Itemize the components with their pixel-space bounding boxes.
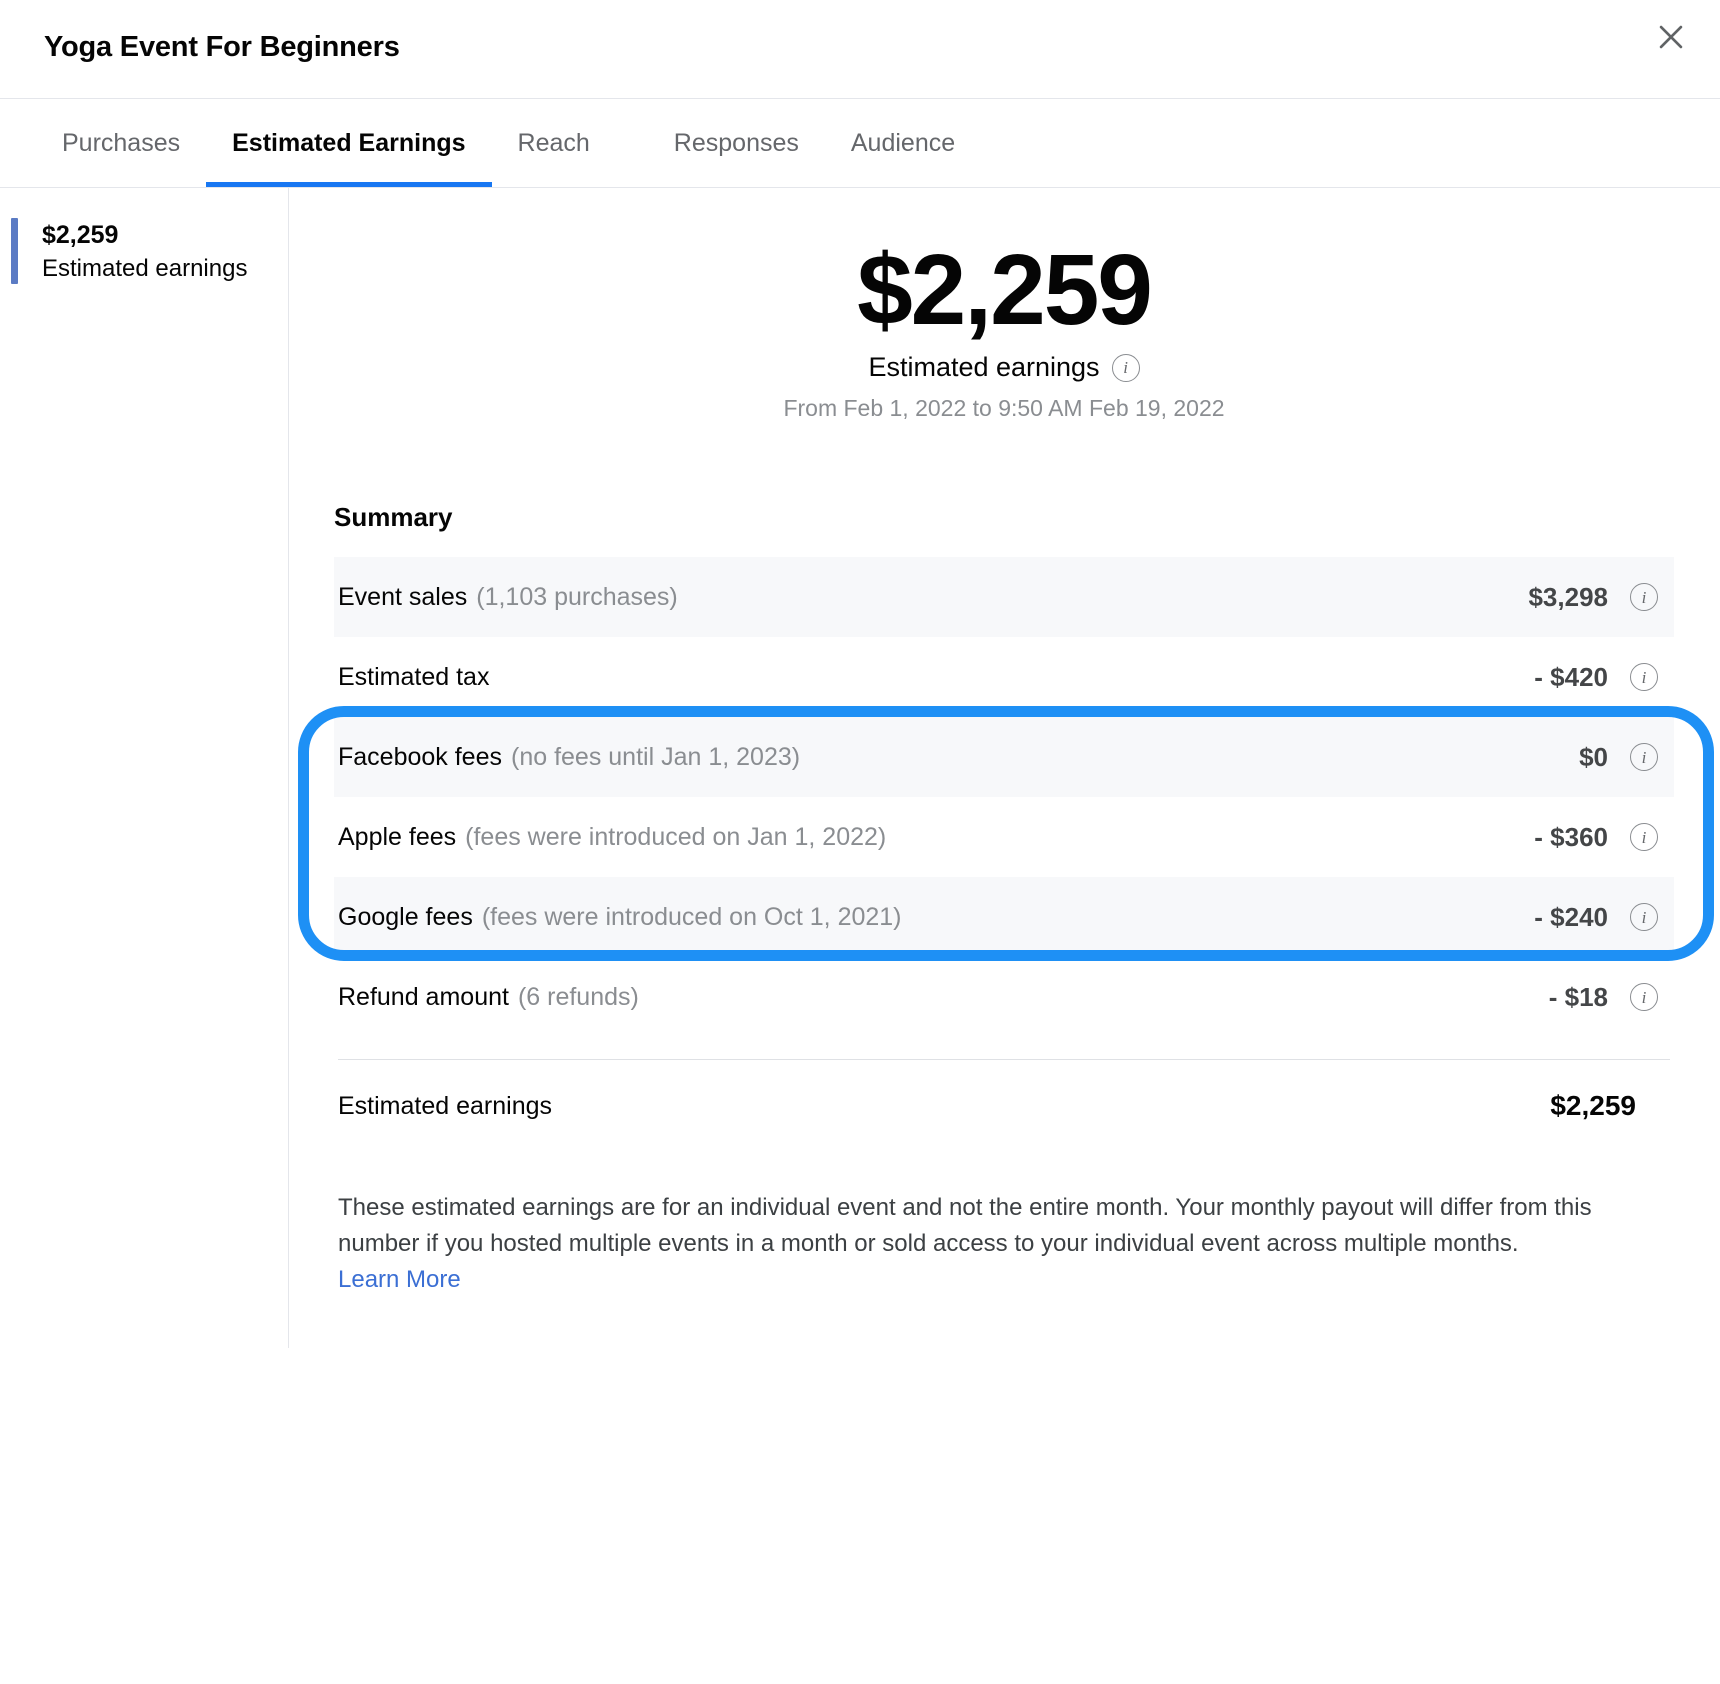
row-note: (6 refunds): [518, 983, 639, 1012]
row-value: $3,298: [1528, 582, 1608, 613]
earnings-panel: $2,259 Estimated earnings i From Feb 1, …: [288, 188, 1720, 1298]
close-icon: [1654, 20, 1688, 54]
row-value: $0: [1579, 742, 1608, 773]
tab-purchases[interactable]: Purchases: [36, 99, 206, 187]
row-value: - $360: [1534, 822, 1608, 853]
summary-section: Summary Event sales (1,103 purchases) $3…: [288, 502, 1720, 1298]
table-row[interactable]: Event sales (1,103 purchases) $3,298 i: [334, 557, 1674, 637]
tab-label: Reach: [518, 129, 590, 158]
tab-estimated-earnings[interactable]: Estimated Earnings: [206, 99, 491, 187]
tab-label: Purchases: [62, 129, 180, 158]
footnote: These estimated earnings are for an indi…: [334, 1190, 1674, 1298]
table-row[interactable]: Google fees (fees were introduced on Oct…: [334, 877, 1674, 957]
dialog-body: $2,259 Estimated earnings $2,259 Estimat…: [0, 188, 1720, 1298]
row-note: (fees were introduced on Jan 1, 2022): [465, 823, 886, 852]
summary-heading: Summary: [334, 502, 1674, 533]
row-label: Facebook fees: [338, 743, 502, 772]
footnote-text: These estimated earnings are for an indi…: [338, 1194, 1592, 1257]
learn-more-link[interactable]: Learn More: [338, 1266, 461, 1293]
hero-subtitle: Estimated earnings i: [288, 352, 1720, 383]
row-label: Event sales: [338, 583, 467, 612]
sidebar-metric-value: $2,259: [42, 218, 288, 252]
row-note: (fees were introduced on Oct 1, 2021): [482, 903, 902, 932]
row-note: (no fees until Jan 1, 2023): [511, 743, 800, 772]
info-icon[interactable]: i: [1112, 354, 1140, 382]
dialog-header: Yoga Event For Beginners: [0, 0, 1720, 99]
info-icon[interactable]: i: [1630, 583, 1658, 611]
tab-label: Estimated Earnings: [232, 129, 465, 158]
page-title: Yoga Event For Beginners: [44, 31, 400, 64]
tab-label: Responses: [674, 129, 799, 158]
info-icon[interactable]: i: [1630, 983, 1658, 1011]
sidebar-metric-label: Estimated earnings: [42, 252, 288, 286]
table-row[interactable]: Refund amount (6 refunds) - $18 i: [334, 957, 1674, 1037]
tabbar: Purchases Estimated Earnings Reach Respo…: [0, 99, 1720, 188]
total-row: Estimated earnings $2,259: [334, 1060, 1674, 1152]
info-icon[interactable]: i: [1630, 743, 1658, 771]
total-value: $2,259: [1550, 1090, 1636, 1122]
total-label: Estimated earnings: [338, 1092, 552, 1121]
info-icon[interactable]: i: [1630, 903, 1658, 931]
table-row[interactable]: Apple fees (fees were introduced on Jan …: [334, 797, 1674, 877]
tab-reach[interactable]: Reach: [492, 99, 616, 187]
hero-amount: $2,259: [288, 234, 1720, 346]
tab-list: Purchases Estimated Earnings Reach Respo…: [0, 99, 1720, 187]
table-row[interactable]: Facebook fees (no fees until Jan 1, 2023…: [334, 717, 1674, 797]
hero-date-range: From Feb 1, 2022 to 9:50 AM Feb 19, 2022: [288, 395, 1720, 422]
tab-label: Audience: [851, 129, 955, 158]
info-icon[interactable]: i: [1630, 663, 1658, 691]
metrics-rail: $2,259 Estimated earnings: [0, 188, 288, 1298]
info-icon[interactable]: i: [1630, 823, 1658, 851]
table-row[interactable]: Estimated tax - $420 i: [334, 637, 1674, 717]
hero-label: Estimated earnings: [868, 352, 1099, 383]
row-value: - $420: [1534, 662, 1608, 693]
row-value: - $18: [1549, 982, 1608, 1013]
row-label: Estimated tax: [338, 663, 489, 692]
row-label: Apple fees: [338, 823, 456, 852]
summary-rows: Event sales (1,103 purchases) $3,298 i E…: [334, 557, 1674, 1037]
sidebar-item-estimated-earnings[interactable]: $2,259 Estimated earnings: [0, 212, 288, 292]
row-value: - $240: [1534, 902, 1608, 933]
row-label: Google fees: [338, 903, 473, 932]
hero-summary: $2,259 Estimated earnings i From Feb 1, …: [288, 234, 1720, 422]
close-button[interactable]: [1646, 12, 1696, 62]
tab-responses[interactable]: Responses: [648, 99, 825, 187]
row-note: (1,103 purchases): [476, 583, 678, 612]
row-label: Refund amount: [338, 983, 509, 1012]
tab-audience[interactable]: Audience: [825, 99, 981, 187]
